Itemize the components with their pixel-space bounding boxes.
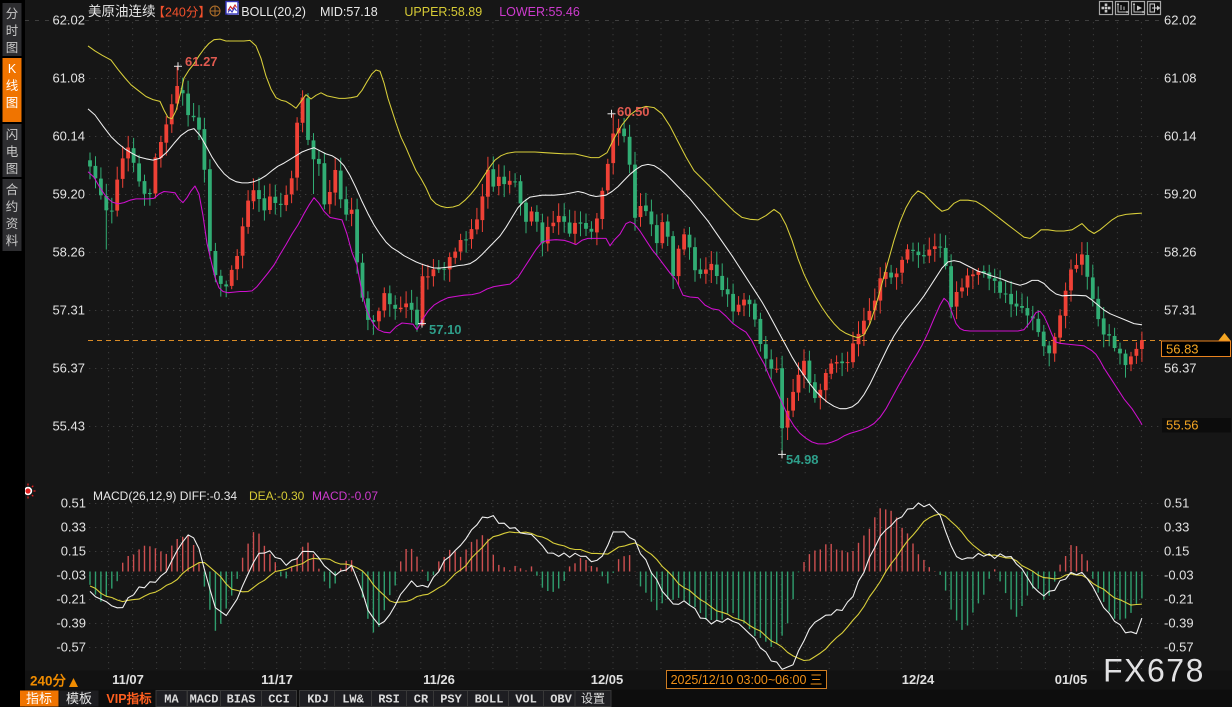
svg-text:UPPER:58.89: UPPER:58.89: [404, 5, 482, 19]
svg-text:美原油连续: 美原油连续: [88, 0, 156, 20]
svg-text:55.43: 55.43: [52, 419, 85, 434]
svg-text:2025/12/10 03:00~06:00 三: 2025/12/10 03:00~06:00 三: [671, 669, 823, 688]
svg-text:图: 图: [6, 92, 19, 111]
svg-text:MA: MA: [164, 693, 179, 707]
svg-text:61.08: 61.08: [1164, 71, 1197, 86]
svg-text:指标: 指标: [26, 688, 52, 707]
svg-text:59.20: 59.20: [52, 187, 85, 202]
svg-text:设置: 设置: [581, 690, 605, 707]
svg-text:58.26: 58.26: [52, 245, 85, 260]
svg-text:MACD(26,12,9) DIFF:-0.34: MACD(26,12,9) DIFF:-0.34: [93, 489, 237, 503]
svg-text:12/05: 12/05: [591, 672, 624, 687]
svg-text:【240分】: 【240分】: [153, 2, 211, 21]
svg-text:62.02: 62.02: [1164, 13, 1197, 28]
svg-text:0.15: 0.15: [61, 544, 86, 559]
svg-text:-0.39: -0.39: [1164, 616, 1194, 631]
svg-text:56.37: 56.37: [1164, 361, 1197, 376]
svg-text:56.83: 56.83: [1166, 342, 1199, 357]
svg-text:12/24: 12/24: [902, 672, 935, 687]
svg-text:57.10: 57.10: [429, 322, 462, 337]
svg-text:0.33: 0.33: [61, 520, 86, 535]
svg-text:01/05: 01/05: [1055, 672, 1088, 687]
svg-text:61.27: 61.27: [185, 54, 218, 69]
svg-text:PSY: PSY: [440, 693, 462, 707]
svg-text:MACD: MACD: [190, 693, 219, 707]
svg-text:-0.03: -0.03: [56, 568, 86, 583]
svg-text:56.37: 56.37: [52, 361, 85, 376]
svg-text:57.31: 57.31: [1164, 303, 1197, 318]
svg-text:-0.21: -0.21: [56, 592, 86, 607]
svg-text:CR: CR: [414, 693, 429, 707]
svg-text:-0.21: -0.21: [1164, 592, 1194, 607]
svg-text:RSI: RSI: [378, 693, 400, 707]
svg-text:OBV: OBV: [550, 693, 572, 707]
svg-text:11/17: 11/17: [261, 672, 293, 687]
svg-text:58.26: 58.26: [1164, 245, 1197, 260]
svg-text:60.50: 60.50: [617, 104, 650, 119]
svg-text:11/07: 11/07: [112, 672, 144, 687]
svg-text:61.08: 61.08: [52, 71, 85, 86]
svg-text:0.33: 0.33: [1164, 520, 1189, 535]
svg-text:62.02: 62.02: [52, 13, 85, 28]
svg-text:11/26: 11/26: [423, 672, 455, 687]
svg-text:BOLL: BOLL: [475, 693, 504, 707]
svg-text:59.20: 59.20: [1164, 187, 1197, 202]
svg-text:模板: 模板: [66, 688, 92, 707]
svg-text:VOL: VOL: [515, 693, 537, 707]
svg-text:57.31: 57.31: [52, 303, 85, 318]
svg-text:料: 料: [6, 230, 19, 249]
svg-text:图: 图: [6, 37, 19, 56]
svg-text:BOLL(20,2): BOLL(20,2): [241, 5, 306, 19]
svg-text:KDJ: KDJ: [307, 693, 329, 707]
svg-text:-0.39: -0.39: [56, 616, 86, 631]
svg-text:0.51: 0.51: [1164, 496, 1189, 511]
svg-text:MID:57.18: MID:57.18: [320, 5, 378, 19]
svg-text:60.14: 60.14: [1164, 129, 1197, 144]
svg-text:0.51: 0.51: [61, 496, 86, 511]
svg-text:-0.03: -0.03: [1164, 568, 1194, 583]
svg-text:BIAS: BIAS: [227, 693, 256, 707]
svg-text:图: 图: [6, 158, 19, 177]
svg-text:60.14: 60.14: [52, 129, 85, 144]
svg-text:LW&: LW&: [342, 693, 364, 707]
svg-text:CCI: CCI: [268, 693, 290, 707]
svg-text:240分: 240分: [30, 670, 67, 690]
svg-text:DEA:-0.30: DEA:-0.30: [249, 489, 305, 503]
svg-text:FX678: FX678: [1103, 653, 1205, 689]
svg-text:-0.57: -0.57: [56, 640, 86, 655]
svg-text:MACD:-0.07: MACD:-0.07: [312, 489, 378, 503]
svg-text:LOWER:55.46: LOWER:55.46: [499, 5, 580, 19]
svg-text:54.98: 54.98: [786, 452, 819, 467]
svg-text:VIP指标: VIP指标: [106, 688, 152, 707]
svg-text:0.15: 0.15: [1164, 544, 1189, 559]
svg-text:55.56: 55.56: [1166, 418, 1199, 433]
